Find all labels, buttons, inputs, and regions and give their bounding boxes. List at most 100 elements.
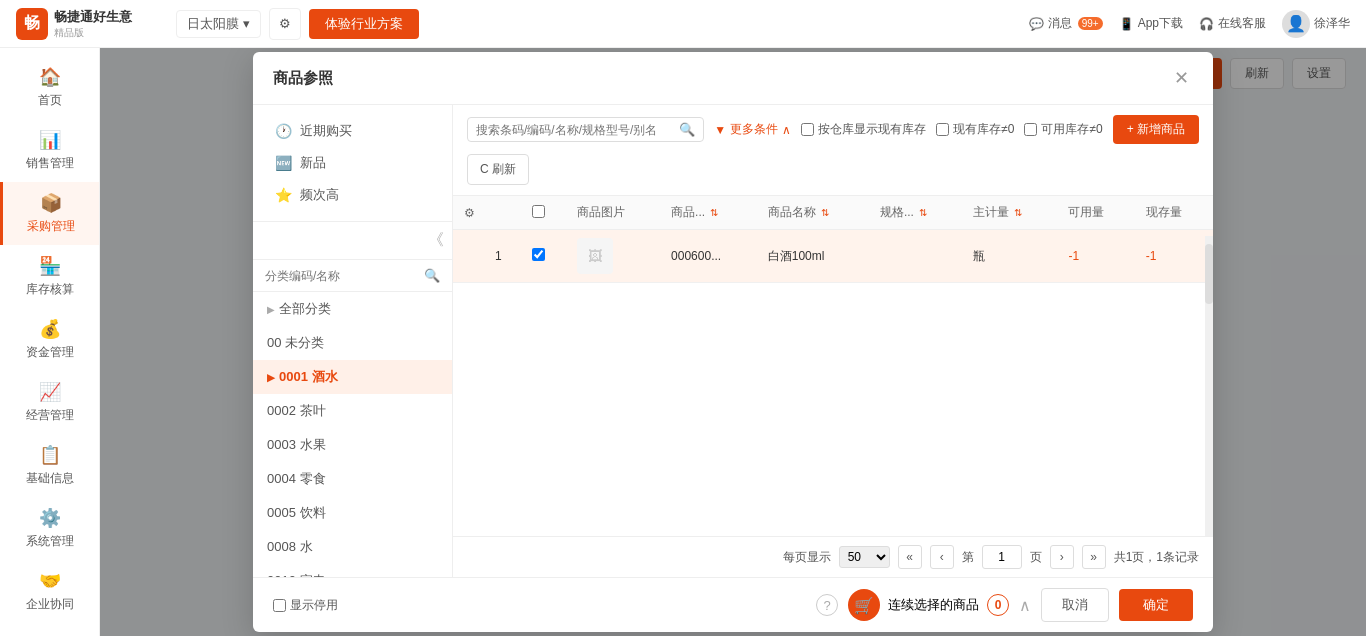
filter-label: 更多条件 [730, 121, 778, 138]
footer-left: 显示停用 [273, 597, 338, 614]
sidebar-item-system[interactable]: ⚙️ 系统管理 [0, 497, 99, 560]
checkbox-available-label: 可用库存≠0 [1041, 121, 1102, 138]
category-0003[interactable]: 0003 水果 [253, 428, 452, 462]
close-button[interactable]: ✕ [1169, 66, 1193, 90]
store-select[interactable]: 日太阳膜 ▾ [176, 10, 261, 38]
sidebar-item-enterprise[interactable]: 🤝 企业协同 [0, 560, 99, 623]
th-code[interactable]: 商品... ⇅ [661, 196, 758, 230]
sidebar-label-procurement: 采购管理 [27, 218, 75, 235]
image-placeholder-icon: 🖼 [588, 248, 602, 264]
collapse-panel-button[interactable]: 《 [253, 222, 452, 260]
select-all-checkbox[interactable] [532, 205, 545, 218]
logo-icon: 畅 [16, 8, 48, 40]
category-0001[interactable]: ▶ 0001 酒水 [253, 360, 452, 394]
category-search-area: 🔍 [253, 260, 452, 292]
scrollbar-thumb[interactable] [1205, 244, 1213, 304]
operations-icon: 📈 [39, 381, 61, 403]
checkbox-stock-input[interactable] [936, 123, 949, 136]
chevron-down-icon: ▾ [243, 16, 250, 31]
page-label: 第 [962, 549, 974, 566]
collapse-footer-button[interactable]: ∧ [1019, 596, 1031, 615]
main-content: 查询 刷新 设置 商品参照 ✕ 🕐 [100, 48, 1366, 636]
category-0004[interactable]: 0004 零食 [253, 462, 452, 496]
sidebar-item-basic-info[interactable]: 📋 基础信息 [0, 434, 99, 497]
top-nav: 畅 畅捷通好生意 精品版 日太阳膜 ▾ ⚙ 体验行业方案 💬 消息 99+ 📱 … [0, 0, 1366, 48]
right-panel: 🔍 ▼ 更多条件 ∧ 按仓库显示现有库存 [453, 105, 1213, 577]
tab-new-label: 新品 [300, 154, 326, 172]
category-all[interactable]: ▶ 全部分类 [253, 292, 452, 326]
category-0002[interactable]: 0002 茶叶 [253, 394, 452, 428]
checkbox-stock-not-zero[interactable]: 现有库存≠0 [936, 121, 1014, 138]
page-size-select[interactable]: 10 20 50 100 [839, 546, 890, 568]
category-0008[interactable]: 0008 水 [253, 530, 452, 564]
app-download-button[interactable]: 📱 App下载 [1119, 15, 1183, 32]
cell-settings [453, 230, 485, 283]
row-checkbox[interactable] [532, 248, 545, 261]
category-search-icon[interactable]: 🔍 [424, 268, 440, 283]
sidebar-item-guide[interactable]: 📖 新手引导 [0, 623, 99, 636]
tab-new-products[interactable]: 🆕 新品 [265, 147, 440, 179]
sidebar: 🏠 首页 📊 销售管理 📦 采购管理 🏪 库存核算 💰 资金管理 📈 经营管理 … [0, 48, 100, 636]
checkbox-available-not-zero[interactable]: 可用库存≠0 [1024, 121, 1102, 138]
sidebar-item-home[interactable]: 🏠 首页 [0, 56, 99, 119]
sidebar-item-procurement[interactable]: 📦 采购管理 [0, 182, 99, 245]
th-spec[interactable]: 规格... ⇅ [870, 196, 963, 230]
th-name-label: 商品名称 [768, 205, 816, 219]
tab-recent-purchase[interactable]: 🕐 近期购买 [265, 115, 440, 147]
th-spec-label: 规格... [880, 205, 914, 219]
message-badge: 99+ [1078, 17, 1103, 30]
th-unit[interactable]: 主计量 ⇅ [963, 196, 1059, 230]
table-row[interactable]: 1 🖼 [453, 230, 1213, 283]
page-input[interactable] [982, 545, 1022, 569]
more-filters-button[interactable]: ▼ 更多条件 ∧ [714, 121, 791, 138]
refresh-product-button[interactable]: C 刷新 [467, 154, 529, 185]
trial-button[interactable]: 体验行业方案 [309, 9, 419, 39]
th-name[interactable]: 商品名称 ⇅ [758, 196, 870, 230]
product-table: ⚙ 商品图片 商品... [453, 196, 1213, 283]
category-uncategorized[interactable]: 00 未分类 [253, 326, 452, 360]
total-info: 共1页，1条记录 [1114, 549, 1199, 566]
checkbox-available-input[interactable] [1024, 123, 1037, 136]
checkbox-warehouse-stock[interactable]: 按仓库显示现有库存 [801, 121, 926, 138]
category-search-input[interactable] [265, 269, 418, 283]
messages-button[interactable]: 💬 消息 99+ [1029, 15, 1103, 32]
system-icon: ⚙️ [39, 507, 61, 529]
search-icon[interactable]: 🔍 [679, 122, 695, 137]
next-page-button[interactable]: › [1050, 545, 1074, 569]
cell-checkbox [522, 230, 568, 283]
th-image: 商品图片 [567, 196, 661, 230]
cell-stock: -1 [1136, 230, 1213, 283]
tab-frequent[interactable]: ⭐ 频次高 [265, 179, 440, 211]
show-disabled-checkbox[interactable]: 显示停用 [273, 597, 338, 614]
settings-icon[interactable]: ⚙ [269, 8, 301, 40]
scrollbar-track[interactable] [1205, 236, 1213, 536]
product-search-input[interactable] [476, 123, 673, 137]
sidebar-label-enterprise: 企业协同 [26, 596, 74, 613]
sidebar-item-finance[interactable]: 💰 资金管理 [0, 308, 99, 371]
settings-gear-icon[interactable]: ⚙ [464, 206, 475, 220]
last-page-button[interactable]: » [1082, 545, 1106, 569]
first-page-button[interactable]: « [898, 545, 922, 569]
category-0005[interactable]: 0005 饮料 [253, 496, 452, 530]
sidebar-item-inventory[interactable]: 🏪 库存核算 [0, 245, 99, 308]
th-seq [485, 196, 522, 230]
cell-available: -1 [1058, 230, 1135, 283]
prev-page-button[interactable]: ‹ [930, 545, 954, 569]
product-table-wrapper: ⚙ 商品图片 商品... [453, 196, 1213, 536]
help-button[interactable]: ? [816, 594, 838, 616]
cart-area[interactable]: 🛒 连续选择的商品 0 [848, 589, 1009, 621]
confirm-button[interactable]: 确定 [1119, 589, 1193, 621]
enterprise-icon: 🤝 [39, 570, 61, 592]
checkbox-warehouse-input[interactable] [801, 123, 814, 136]
cancel-button[interactable]: 取消 [1041, 588, 1109, 622]
message-icon: 💬 [1029, 17, 1044, 31]
th-available: 可用量 [1058, 196, 1135, 230]
add-product-button[interactable]: + 新增商品 [1113, 115, 1199, 144]
show-disabled-input[interactable] [273, 599, 286, 612]
category-0010[interactable]: 0010 家电 [253, 564, 452, 577]
sidebar-item-sales[interactable]: 📊 销售管理 [0, 119, 99, 182]
online-service-button[interactable]: 🎧 在线客服 [1199, 15, 1266, 32]
user-menu[interactable]: 👤 徐泽华 [1282, 10, 1350, 38]
chevron-up-icon: ∧ [782, 123, 791, 137]
sidebar-item-operations[interactable]: 📈 经营管理 [0, 371, 99, 434]
